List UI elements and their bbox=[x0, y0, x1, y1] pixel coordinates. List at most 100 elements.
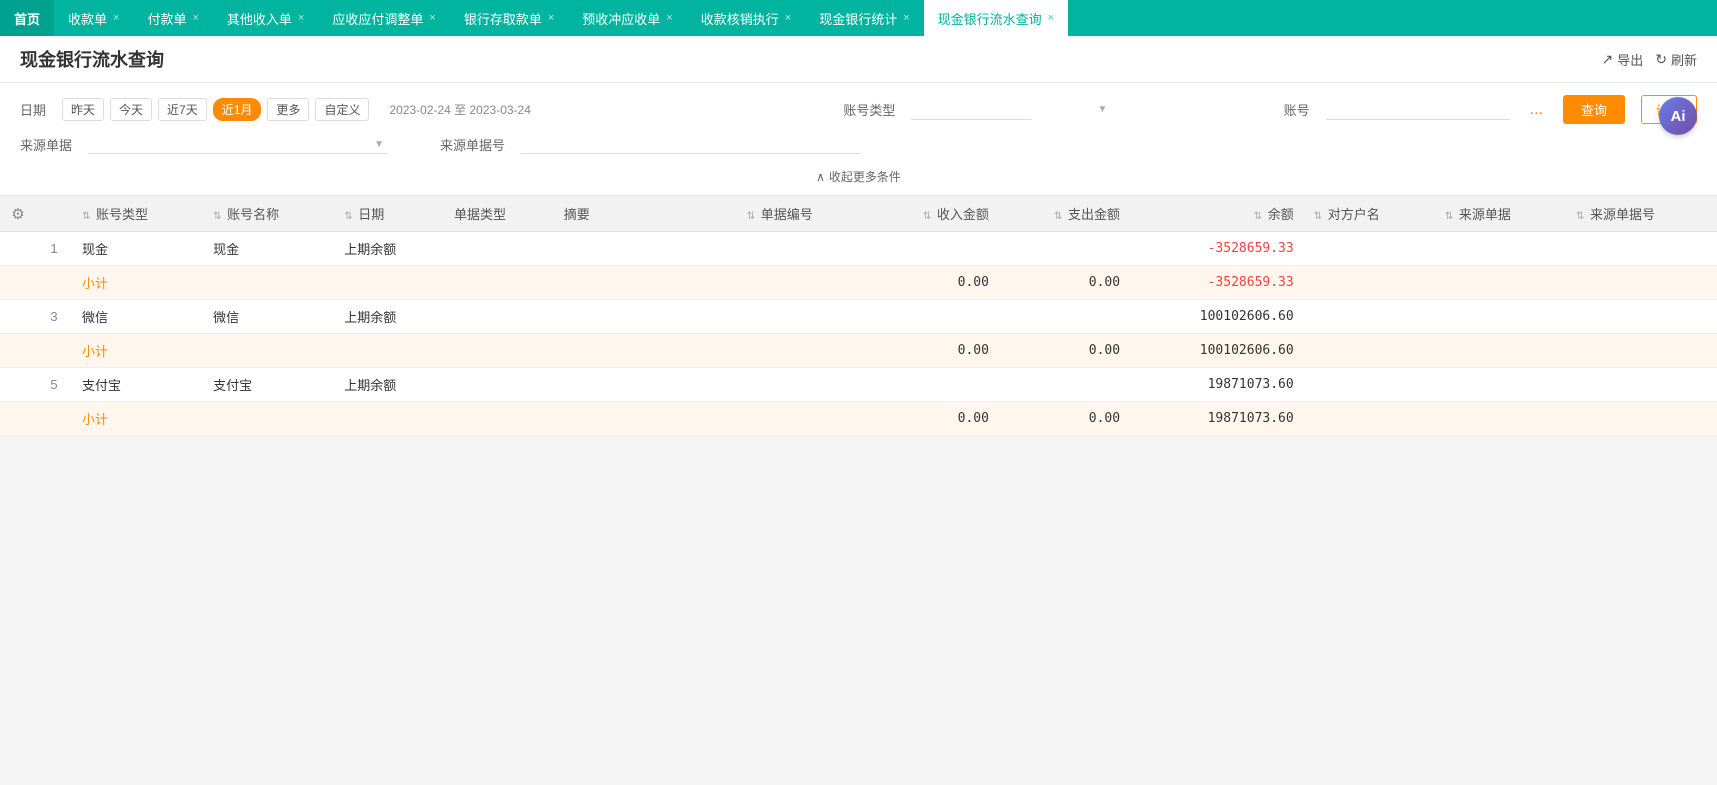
close-icon-other-income[interactable]: × bbox=[298, 12, 304, 24]
sort-icon-income: ⇅ bbox=[923, 211, 931, 222]
cell-source-doc-no-0 bbox=[1566, 232, 1717, 266]
col-source-doc[interactable]: ⇅ 来源单据 bbox=[1435, 196, 1566, 232]
col-date[interactable]: ⇅ 日期 bbox=[334, 196, 444, 232]
col-account-name-label: 账号名称 bbox=[227, 207, 279, 222]
close-icon-receipt[interactable]: × bbox=[113, 12, 119, 24]
cell-account-name-5 bbox=[203, 402, 334, 436]
col-counterparty[interactable]: ⇅ 对方户名 bbox=[1304, 196, 1435, 232]
refresh-button[interactable]: ↻ 刷新 bbox=[1655, 50, 1697, 69]
col-expense-label: 支出金额 bbox=[1068, 207, 1120, 222]
col-num bbox=[36, 196, 72, 232]
nav-label-cash-flow: 现金银行流水查询 bbox=[938, 9, 1042, 28]
cell-doc-type-4 bbox=[444, 368, 554, 402]
col-account-type[interactable]: ⇅ 账号类型 bbox=[72, 196, 203, 232]
cell-counterparty-3 bbox=[1304, 334, 1435, 368]
close-icon-bank-deposit[interactable]: × bbox=[548, 12, 554, 24]
account-type-label: 账号类型 bbox=[843, 100, 895, 119]
nav-item-other-income[interactable]: 其他收入单 × bbox=[213, 0, 318, 36]
col-expense[interactable]: ⇅ 支出金额 bbox=[999, 196, 1130, 232]
close-icon-advance-offset[interactable]: × bbox=[666, 12, 672, 24]
export-button[interactable]: ↗ 导出 bbox=[1602, 50, 1644, 69]
nav-item-cash-stat[interactable]: 现金银行统计 × bbox=[805, 0, 923, 36]
col-source-doc-no[interactable]: ⇅ 来源单据号 bbox=[1566, 196, 1717, 232]
nav-item-home[interactable]: 首页 bbox=[0, 0, 54, 36]
export-label: 导出 bbox=[1617, 50, 1643, 69]
account-input[interactable] bbox=[1326, 100, 1510, 120]
cell-source-doc-0 bbox=[1435, 232, 1566, 266]
date-btn-1month[interactable]: 近1月 bbox=[213, 98, 262, 121]
col-income-label: 收入金额 bbox=[937, 207, 989, 222]
close-icon-write-off[interactable]: × bbox=[785, 12, 791, 24]
cell-date-5 bbox=[334, 402, 444, 436]
table-row: 5 支付宝 支付宝 上期余额 19871073.60 bbox=[0, 368, 1717, 402]
table-row: 小计 0.00 0.00 -3528659.33 bbox=[0, 266, 1717, 300]
date-btn-yesterday[interactable]: 昨天 bbox=[62, 98, 104, 121]
cell-income-3: 0.00 bbox=[868, 334, 999, 368]
dots-button[interactable]: ... bbox=[1526, 101, 1547, 119]
sort-icon-account-name: ⇅ bbox=[213, 211, 221, 222]
account-type-select[interactable] bbox=[911, 100, 1031, 120]
refresh-icon: ↻ bbox=[1655, 51, 1667, 68]
nav-label-other-income: 其他收入单 bbox=[227, 9, 292, 28]
cell-doc-no-2 bbox=[737, 300, 868, 334]
source-doc-no-input[interactable] bbox=[521, 134, 861, 154]
date-buttons: 昨天 今天 近7天 近1月 更多 自定义 bbox=[62, 98, 369, 121]
cell-source-doc-no-5 bbox=[1566, 402, 1717, 436]
date-range-text: 2023-02-24 至 2023-03-24 bbox=[389, 101, 530, 118]
cell-expense-3: 0.00 bbox=[999, 334, 1130, 368]
nav-label-cash-stat: 现金银行统计 bbox=[819, 9, 897, 28]
col-doc-type: 单据类型 bbox=[444, 196, 554, 232]
cell-balance-4: 19871073.60 bbox=[1130, 368, 1304, 402]
col-account-name[interactable]: ⇅ 账号名称 bbox=[203, 196, 334, 232]
date-btn-7days[interactable]: 近7天 bbox=[158, 98, 207, 121]
cell-balance-0: -3528659.33 bbox=[1130, 232, 1304, 266]
close-icon-ar-ap-adjust[interactable]: × bbox=[429, 12, 435, 24]
cell-summary-5 bbox=[554, 402, 737, 436]
col-balance[interactable]: ⇅ 余额 bbox=[1130, 196, 1304, 232]
ai-badge[interactable]: Ai bbox=[1659, 97, 1697, 135]
nav-item-bank-deposit[interactable]: 银行存取款单 × bbox=[450, 0, 568, 36]
close-icon-cash-flow[interactable]: × bbox=[1048, 12, 1054, 24]
header-actions: ↗ 导出 ↻ 刷新 bbox=[1602, 50, 1698, 69]
cell-account-type-4: 支付宝 bbox=[72, 368, 203, 402]
date-btn-custom[interactable]: 自定义 bbox=[315, 98, 369, 121]
nav-item-advance-offset[interactable]: 预收冲应收单 × bbox=[568, 0, 686, 36]
sort-icon-doc-no: ⇅ bbox=[747, 211, 755, 222]
cell-doc-type-3 bbox=[444, 334, 554, 368]
col-counterparty-label: 对方户名 bbox=[1328, 207, 1380, 222]
date-btn-more[interactable]: 更多 bbox=[267, 98, 309, 121]
account-type-select-wrap: ▼ bbox=[911, 100, 1111, 120]
cell-doc-no-1 bbox=[737, 266, 868, 300]
chevron-up-icon: ∧ bbox=[816, 170, 825, 184]
nav-item-payment[interactable]: 付款单 × bbox=[133, 0, 212, 36]
cell-source-doc-no-3 bbox=[1566, 334, 1717, 368]
nav-item-cash-flow[interactable]: 现金银行流水查询 × bbox=[924, 0, 1068, 36]
col-income[interactable]: ⇅ 收入金额 bbox=[868, 196, 999, 232]
cell-doc-type-0 bbox=[444, 232, 554, 266]
account-label: 账号 bbox=[1284, 100, 1310, 119]
collapse-bar[interactable]: ∧ 收起更多条件 bbox=[20, 164, 1697, 187]
refresh-label: 刷新 bbox=[1671, 50, 1697, 69]
cell-summary-4 bbox=[554, 368, 737, 402]
query-button[interactable]: 查询 bbox=[1563, 95, 1625, 124]
date-btn-today[interactable]: 今天 bbox=[110, 98, 152, 121]
nav-item-ar-ap-adjust[interactable]: 应收应付调整单 × bbox=[318, 0, 449, 36]
cell-balance-1: -3528659.33 bbox=[1130, 266, 1304, 300]
gear-icon[interactable]: ⚙ bbox=[11, 206, 24, 223]
table-header-row: ⚙ ⇅ 账号类型 ⇅ 账号名称 ⇅ 日期 单据类型 bbox=[0, 196, 1717, 232]
cell-account-name-3 bbox=[203, 334, 334, 368]
col-doc-no[interactable]: ⇅ 单据编号 bbox=[737, 196, 868, 232]
close-icon-payment[interactable]: × bbox=[192, 12, 198, 24]
cell-settings-0 bbox=[0, 232, 36, 266]
cell-counterparty-2 bbox=[1304, 300, 1435, 334]
nav-item-receipt[interactable]: 收款单 × bbox=[54, 0, 133, 36]
sort-icon-date: ⇅ bbox=[344, 211, 352, 222]
cell-doc-no-0 bbox=[737, 232, 868, 266]
cell-settings-3 bbox=[0, 334, 36, 368]
cell-account-type-3: 小计 bbox=[72, 334, 203, 368]
cell-doc-type-5 bbox=[444, 402, 554, 436]
source-doc-select[interactable] bbox=[88, 134, 388, 154]
cell-summary-3 bbox=[554, 334, 737, 368]
nav-item-write-off[interactable]: 收款核销执行 × bbox=[687, 0, 805, 36]
close-icon-cash-stat[interactable]: × bbox=[903, 12, 909, 24]
